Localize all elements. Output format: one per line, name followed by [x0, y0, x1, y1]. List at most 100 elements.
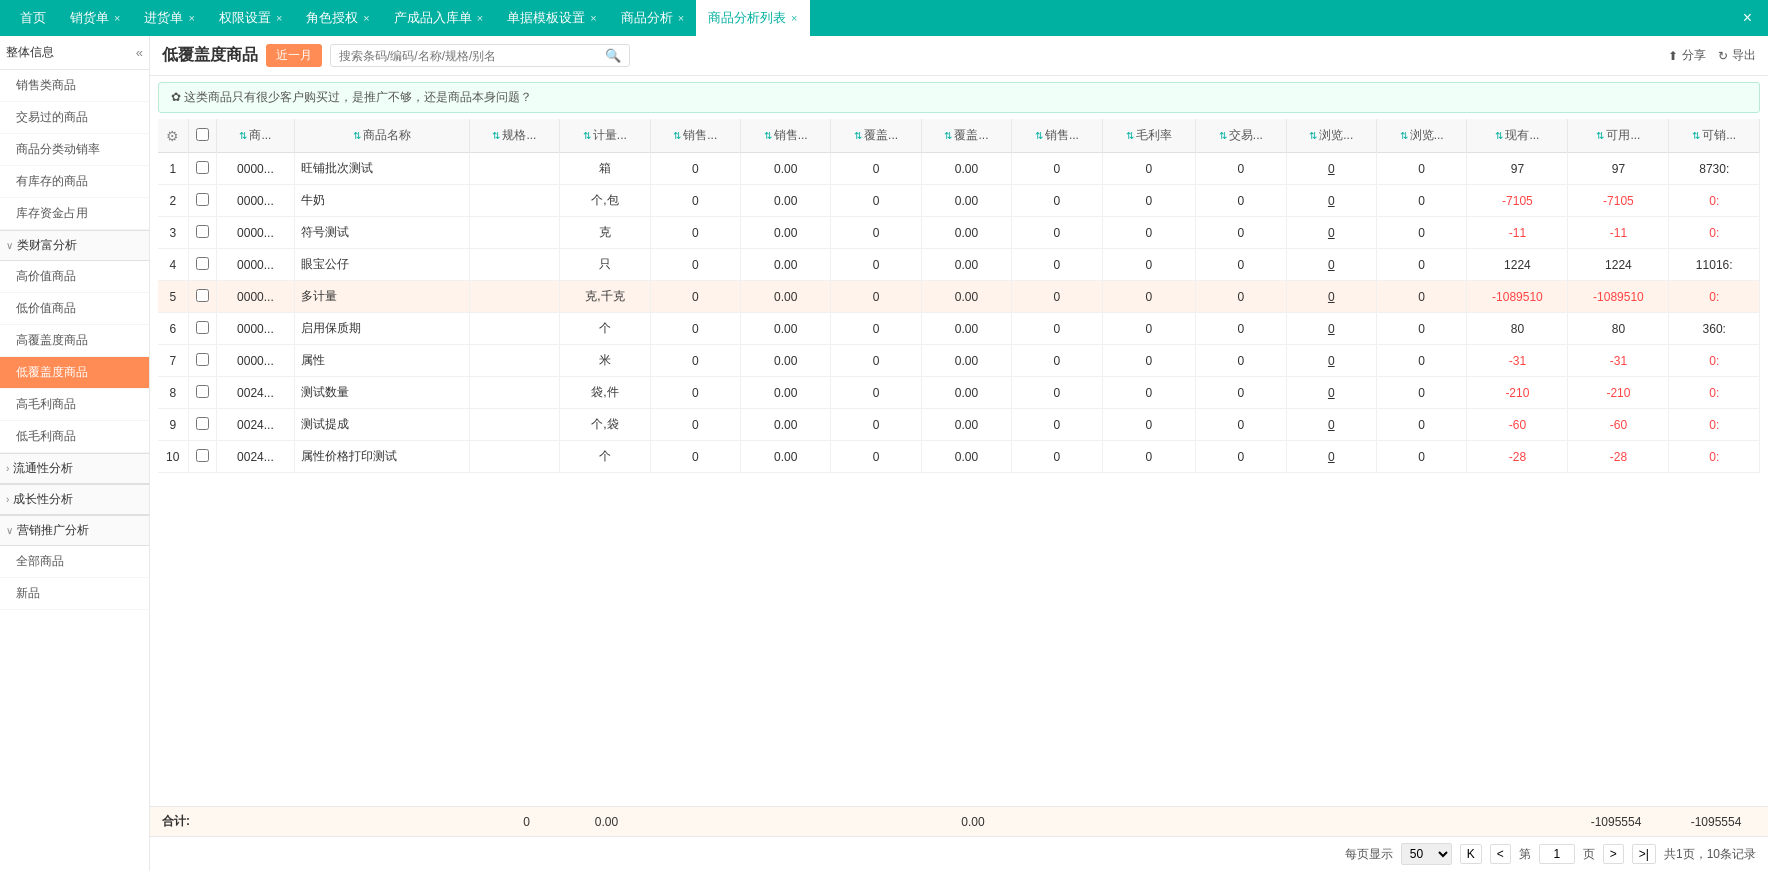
close-icon[interactable]: ×	[791, 12, 797, 24]
table-container: ⚙ ⇅商... ⇅商品名称 ⇅规格... ⇅计量... ⇅销售... ⇅销售..…	[150, 119, 1768, 806]
col-id[interactable]: ⇅商...	[216, 119, 295, 153]
row-checkbox[interactable]	[188, 377, 216, 409]
col-cover2[interactable]: ⇅覆盖...	[921, 119, 1011, 153]
header-actions: ⬆ 分享 ↻ 导出	[1668, 47, 1756, 64]
col-sales-qty[interactable]: ⇅销售...	[650, 119, 740, 153]
close-all-button[interactable]: ×	[1735, 9, 1760, 27]
row-sales-qty: 0	[650, 153, 740, 185]
row-browse1[interactable]: 0	[1286, 249, 1376, 281]
row-checkbox[interactable]	[188, 441, 216, 473]
search-icon[interactable]: 🔍	[605, 48, 621, 63]
sidebar-item-low-profit[interactable]: 低毛利商品	[0, 421, 149, 453]
sidebar-item-category-rate[interactable]: 商品分类动销率	[0, 134, 149, 166]
sidebar-item-low-coverage[interactable]: 低覆盖度商品	[0, 357, 149, 389]
sidebar-item-high-profit[interactable]: 高毛利商品	[0, 389, 149, 421]
data-table: ⚙ ⇅商... ⇅商品名称 ⇅规格... ⇅计量... ⇅销售... ⇅销售..…	[158, 119, 1760, 473]
col-browse2[interactable]: ⇅浏览...	[1376, 119, 1466, 153]
row-browse1[interactable]: 0	[1286, 345, 1376, 377]
nav-tab-product-inbound[interactable]: 产成品入库单 ×	[382, 0, 495, 36]
row-browse1[interactable]: 0	[1286, 217, 1376, 249]
row-checkbox[interactable]	[188, 281, 216, 313]
row-name: 测试提成	[295, 409, 469, 441]
col-unit[interactable]: ⇅计量...	[560, 119, 650, 153]
flow-section-arrow[interactable]: ›	[6, 463, 9, 474]
sidebar-item-low-value[interactable]: 低价值商品	[0, 293, 149, 325]
nav-tab-analytics[interactable]: 商品分析 ×	[609, 0, 696, 36]
nav-tab-home[interactable]: 首页	[8, 0, 58, 36]
close-icon[interactable]: ×	[678, 12, 684, 24]
row-checkbox[interactable]	[188, 153, 216, 185]
share-button[interactable]: ⬆ 分享	[1668, 47, 1706, 64]
close-icon[interactable]: ×	[276, 12, 282, 24]
col-browse1[interactable]: ⇅浏览...	[1286, 119, 1376, 153]
marketing-section-arrow[interactable]: ∨	[6, 525, 13, 536]
nav-tab-sales[interactable]: 销货单 ×	[58, 0, 132, 36]
growth-section-arrow[interactable]: ›	[6, 494, 9, 505]
sidebar-item-all-goods[interactable]: 全部商品	[0, 546, 149, 578]
row-checkbox[interactable]	[188, 249, 216, 281]
main-layout: 整体信息 « 销售类商品 交易过的商品 商品分类动销率 有库存的商品 库存资金占…	[0, 36, 1768, 871]
first-page-button[interactable]: K	[1460, 844, 1482, 864]
sidebar-item-stock-capital[interactable]: 库存资金占用	[0, 198, 149, 230]
row-checkbox[interactable]	[188, 345, 216, 377]
row-browse1[interactable]: 0	[1286, 313, 1376, 345]
col-sales3[interactable]: ⇅销售...	[1012, 119, 1102, 153]
sidebar-item-stocked-goods[interactable]: 有库存的商品	[0, 166, 149, 198]
row-checkbox[interactable]	[188, 185, 216, 217]
row-browse2: 0	[1376, 185, 1466, 217]
col-checkbox[interactable]	[188, 119, 216, 153]
nav-tab-template[interactable]: 单据模板设置 ×	[495, 0, 608, 36]
close-icon[interactable]: ×	[590, 12, 596, 24]
col-gross-rate[interactable]: ⇅毛利率	[1102, 119, 1196, 153]
page-input[interactable]	[1539, 844, 1575, 864]
nav-tab-permission[interactable]: 权限设置 ×	[207, 0, 294, 36]
per-page-select[interactable]: 50 20 100	[1401, 843, 1452, 865]
prev-page-button[interactable]: <	[1490, 844, 1511, 864]
nav-tab-analytics-list[interactable]: 商品分析列表 ×	[696, 0, 809, 36]
row-browse1[interactable]: 0	[1286, 377, 1376, 409]
close-icon[interactable]: ×	[477, 12, 483, 24]
close-icon[interactable]: ×	[363, 12, 369, 24]
export-button[interactable]: ↻ 导出	[1718, 47, 1756, 64]
settings-icon[interactable]: ⚙	[166, 128, 179, 144]
col-name[interactable]: ⇅商品名称	[295, 119, 469, 153]
last-page-button[interactable]: >|	[1632, 844, 1656, 864]
sidebar-item-high-coverage[interactable]: 高覆盖度商品	[0, 325, 149, 357]
row-browse1[interactable]: 0	[1286, 441, 1376, 473]
quality-section-arrow[interactable]: ∨	[6, 240, 13, 251]
next-page-button[interactable]: >	[1603, 844, 1624, 864]
row-checkbox[interactable]	[188, 313, 216, 345]
row-sales-amt: 0.00	[740, 217, 830, 249]
nav-tab-purchase[interactable]: 进货单 ×	[132, 0, 206, 36]
time-filter-button[interactable]: 近一月	[266, 44, 322, 67]
col-sellable[interactable]: ⇅可销...	[1669, 119, 1760, 153]
sidebar-item-new-goods[interactable]: 新品	[0, 578, 149, 610]
col-sales-amt[interactable]: ⇅销售...	[740, 119, 830, 153]
row-checkbox[interactable]	[188, 409, 216, 441]
col-settings[interactable]: ⚙	[158, 119, 188, 153]
row-browse1[interactable]: 0	[1286, 153, 1376, 185]
sidebar-item-high-value[interactable]: 高价值商品	[0, 261, 149, 293]
row-browse1[interactable]: 0	[1286, 281, 1376, 313]
sidebar-collapse-btn[interactable]: «	[136, 45, 143, 60]
row-current: -31	[1467, 345, 1568, 377]
col-spec[interactable]: ⇅规格...	[469, 119, 559, 153]
row-browse1[interactable]: 0	[1286, 409, 1376, 441]
growth-section-label: 成长性分析	[13, 491, 73, 508]
row-cover2: 0.00	[921, 217, 1011, 249]
select-all-checkbox[interactable]	[196, 128, 209, 141]
row-trade: 0	[1196, 313, 1286, 345]
sidebar-item-traded-goods[interactable]: 交易过的商品	[0, 102, 149, 134]
col-available[interactable]: ⇅可用...	[1568, 119, 1669, 153]
row-browse1[interactable]: 0	[1286, 185, 1376, 217]
col-cover1[interactable]: ⇅覆盖...	[831, 119, 921, 153]
row-checkbox[interactable]	[188, 217, 216, 249]
close-icon[interactable]: ×	[188, 12, 194, 24]
col-trade[interactable]: ⇅交易...	[1196, 119, 1286, 153]
nav-tab-role[interactable]: 角色授权 ×	[294, 0, 381, 36]
search-input[interactable]	[339, 49, 605, 63]
row-unit: 箱	[560, 153, 650, 185]
col-current[interactable]: ⇅现有...	[1467, 119, 1568, 153]
sidebar-item-sales-goods[interactable]: 销售类商品	[0, 70, 149, 102]
close-icon[interactable]: ×	[114, 12, 120, 24]
